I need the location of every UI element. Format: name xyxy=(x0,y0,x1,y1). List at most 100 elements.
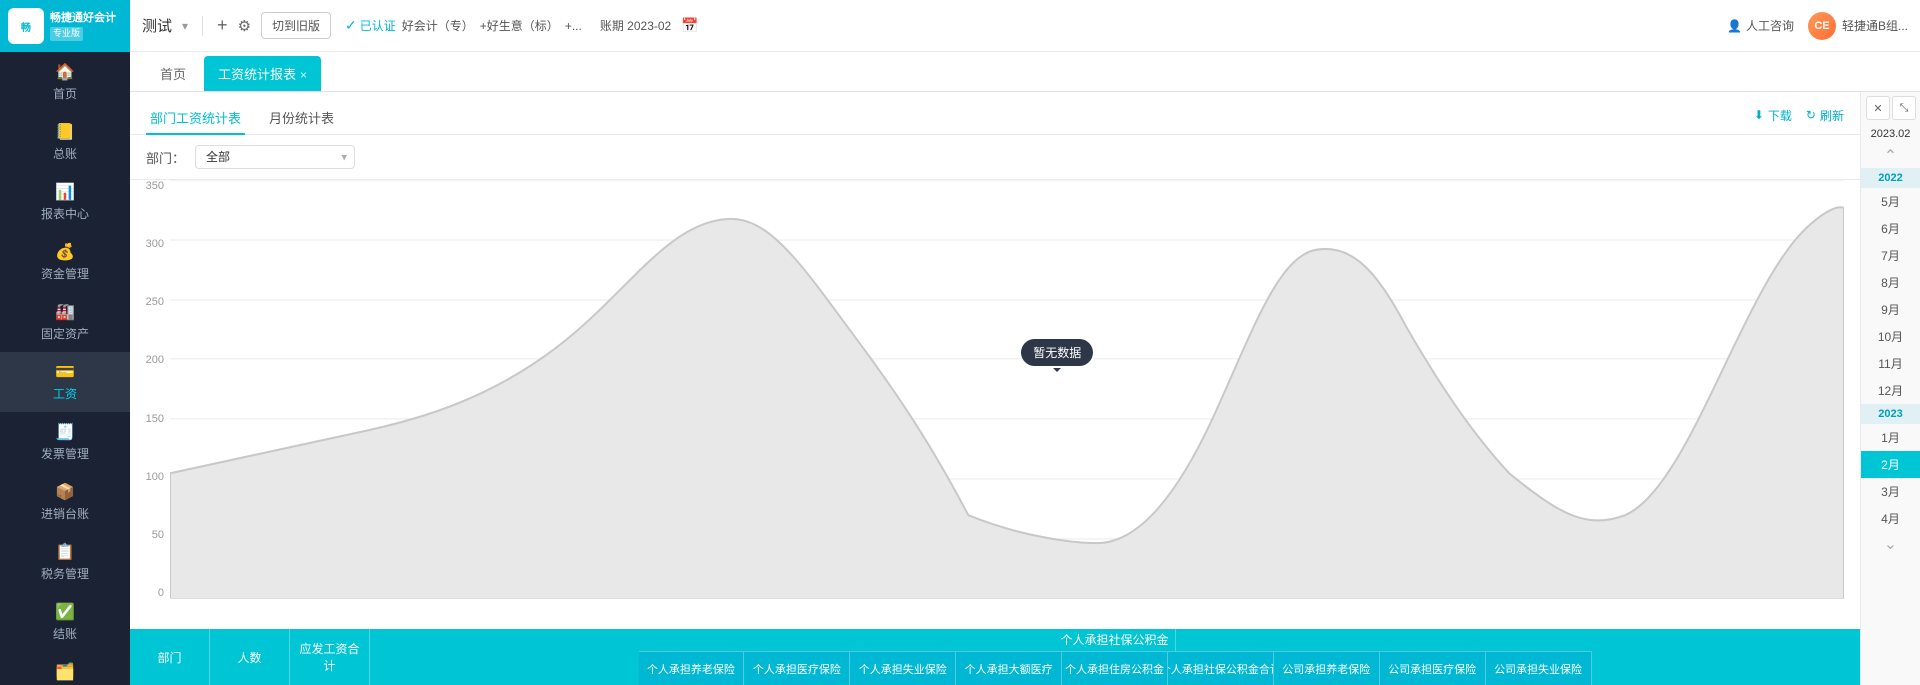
resize-panel-button[interactable]: ⤡ xyxy=(1892,96,1916,120)
switch-old-version-button[interactable]: 切到旧版 xyxy=(261,12,331,39)
topbar-right: 👤 人工咨询 CE 轻捷通B组... xyxy=(1727,12,1908,40)
topbar-separator xyxy=(202,16,203,36)
invoice-icon: 🧾 xyxy=(55,422,75,442)
sidebar-logo: 畅 畅捷通好会计 专业版 xyxy=(0,0,130,52)
th-sub-公司承担医疗保险: 公司承担医疗保险 xyxy=(1380,652,1486,685)
th-sub-个人承担医疗保险: 个人承担医疗保险 xyxy=(744,652,850,685)
y-label-200: 200 xyxy=(130,354,170,366)
user-profile[interactable]: CE 轻捷通B组... xyxy=(1808,12,1908,40)
th-sub-个人承担大额医疗: 个人承担大额医疗 xyxy=(956,652,1062,685)
date-current-display: 2023.02 xyxy=(1861,120,1920,144)
sidebar-label-checkout: 结账 xyxy=(53,625,77,642)
period-value: 2023-02 xyxy=(627,19,671,33)
help-button[interactable]: 👤 人工咨询 xyxy=(1727,17,1794,34)
date-month-2023-4月[interactable]: 4月 xyxy=(1861,505,1920,532)
chart-container: 050100150200250300350 xyxy=(130,180,1860,629)
sub-tab-monthly[interactable]: 月份统计表 xyxy=(265,102,338,135)
th-人数: 人数 xyxy=(210,629,290,685)
tab-label-home: 首页 xyxy=(160,67,186,82)
dept-select-wrapper: 全部 ▾ xyxy=(195,145,355,169)
sidebar-item-ledger[interactable]: 📒 总账 xyxy=(0,112,130,172)
sub-tab-dept[interactable]: 部门工资统计表 xyxy=(146,102,245,135)
good-accounting-badge: 好会计（专） xyxy=(402,17,474,34)
date-month-2022-11月[interactable]: 11月 xyxy=(1861,350,1920,377)
tab-close-salary_report[interactable]: × xyxy=(300,68,307,82)
topbar-dropdown-arrow[interactable]: ▾ xyxy=(182,19,188,33)
funds-icon: 💰 xyxy=(55,242,75,262)
sidebar-label-salary: 工资 xyxy=(53,385,77,402)
date-nav-up[interactable]: ⌃ xyxy=(1878,144,1903,168)
app-logo-icon: 畅 xyxy=(8,8,44,44)
th-sub-个人承担养老保险: 个人承担养老保险 xyxy=(639,652,745,685)
th-sub-公司承担失业保险: 公司承担失业保险 xyxy=(1486,652,1592,685)
more-badge: +... xyxy=(565,19,582,33)
sidebar-label-invoice: 发票管理 xyxy=(41,445,89,462)
sidebar-item-reports[interactable]: 📊 报表中心 xyxy=(0,172,130,232)
chart-inner: 暂无数据 xyxy=(170,180,1844,599)
topbar-settings-icon[interactable]: ⚙ xyxy=(238,17,251,35)
th-group-label: 个人承担社保公积金 xyxy=(1054,629,1175,651)
tab-bar: 首页 工资统计报表 × xyxy=(130,52,1920,92)
date-sidebar: ✕ ⤡ 2023.02 ⌃ 20225月6月7月8月9月10月11月12月202… xyxy=(1860,92,1920,685)
content-area: 部门工资统计表 月份统计表 ⬇ 下载 ↻ 刷新 部门： xyxy=(130,92,1860,685)
date-month-2023-2月[interactable]: 2月 xyxy=(1861,451,1920,478)
sub-tabbar: 部门工资统计表 月份统计表 ⬇ 下载 ↻ 刷新 xyxy=(130,92,1860,135)
date-month-2023-1月[interactable]: 1月 xyxy=(1861,424,1920,451)
date-month-2022-9月[interactable]: 9月 xyxy=(1861,296,1920,323)
tab-salary_report[interactable]: 工资统计报表 × xyxy=(204,56,321,91)
date-nav-down[interactable]: ⌄ xyxy=(1878,532,1903,556)
sidebar-item-assets[interactable]: 🏭 固定资产 xyxy=(0,292,130,352)
sidebar-label-stock: 进销台账 xyxy=(41,505,89,522)
date-month-2023-3月[interactable]: 3月 xyxy=(1861,478,1920,505)
salary-icon: 💳 xyxy=(55,362,75,382)
tab-label-salary_report: 工资统计报表 xyxy=(218,67,296,82)
refresh-button[interactable]: ↻ 刷新 xyxy=(1806,107,1844,124)
y-label-350: 350 xyxy=(130,180,170,192)
checkout-icon: ✅ xyxy=(55,602,75,622)
sidebar-item-home[interactable]: 🏠 首页 xyxy=(0,52,130,112)
th-sub-个人承担住房公积金: 个人承担住房公积金 xyxy=(1062,652,1168,685)
topbar-badges: ✓ 已认证 好会计（专） +好生意（标） +... xyxy=(345,17,582,34)
sidebar-item-archive[interactable]: 🗂️ 归档管理 xyxy=(0,652,130,685)
date-year-2022: 2022 xyxy=(1861,168,1920,188)
calendar-icon[interactable]: 📅 xyxy=(681,17,698,34)
date-month-2022-10月[interactable]: 10月 xyxy=(1861,323,1920,350)
date-month-2022-5月[interactable]: 5月 xyxy=(1861,188,1920,215)
home-icon: 🏠 xyxy=(55,62,75,82)
sidebar-item-funds[interactable]: 💰 资金管理 xyxy=(0,232,130,292)
close-panel-button[interactable]: ✕ xyxy=(1866,96,1890,120)
th-group-personal-insurance: 个人承担社保公积金个人承担养老保险个人承担医疗保险个人承担失业保险个人承担大额医… xyxy=(370,629,1860,685)
dept-filter-label: 部门： xyxy=(146,148,185,167)
sidebar-label-home: 首页 xyxy=(53,85,77,102)
date-month-2022-7月[interactable]: 7月 xyxy=(1861,242,1920,269)
sidebar-item-tax[interactable]: 📋 税务管理 xyxy=(0,532,130,592)
download-button[interactable]: ⬇ 下载 xyxy=(1754,107,1792,124)
sidebar: 畅 畅捷通好会计 专业版 🏠 首页📒 总账📊 报表中心💰 资金管理🏭 固定资产💳… xyxy=(0,0,130,685)
sidebar-nav: 🏠 首页📒 总账📊 报表中心💰 资金管理🏭 固定资产💳 工资🧾 发票管理📦 进销… xyxy=(0,52,130,685)
y-label-250: 250 xyxy=(130,296,170,308)
date-month-2022-12月[interactable]: 12月 xyxy=(1861,377,1920,404)
content-with-sidebar: 部门工资统计表 月份统计表 ⬇ 下载 ↻ 刷新 部门： xyxy=(130,92,1920,685)
assets-icon: 🏭 xyxy=(55,302,75,322)
sidebar-item-salary[interactable]: 💳 工资 xyxy=(0,352,130,412)
y-label-0: 0 xyxy=(130,587,170,599)
dept-select[interactable]: 全部 xyxy=(195,145,355,169)
date-month-2022-8月[interactable]: 8月 xyxy=(1861,269,1920,296)
sidebar-item-stock[interactable]: 📦 进销台账 xyxy=(0,472,130,532)
chart-area-path xyxy=(170,207,1844,599)
area-chart-svg xyxy=(170,180,1844,599)
filter-bar: 部门： 全部 ▾ xyxy=(130,135,1860,180)
certified-badge: ✓ 已认证 xyxy=(345,17,396,34)
th-sub-个人承担失业保险: 个人承担失业保险 xyxy=(850,652,956,685)
y-axis: 050100150200250300350 xyxy=(130,180,170,599)
tab-home[interactable]: 首页 xyxy=(146,56,200,91)
sidebar-item-checkout[interactable]: ✅ 结账 xyxy=(0,592,130,652)
reports-icon: 📊 xyxy=(55,182,75,202)
th-部门: 部门 xyxy=(130,629,210,685)
user-name: 轻捷通B组... xyxy=(1842,17,1908,34)
date-month-2022-6月[interactable]: 6月 xyxy=(1861,215,1920,242)
app-logo-text: 畅捷通好会计 专业版 xyxy=(50,11,116,41)
x-axis-line xyxy=(170,598,1844,599)
sidebar-item-invoice[interactable]: 🧾 发票管理 xyxy=(0,412,130,472)
topbar-add-button[interactable]: + xyxy=(217,15,228,36)
